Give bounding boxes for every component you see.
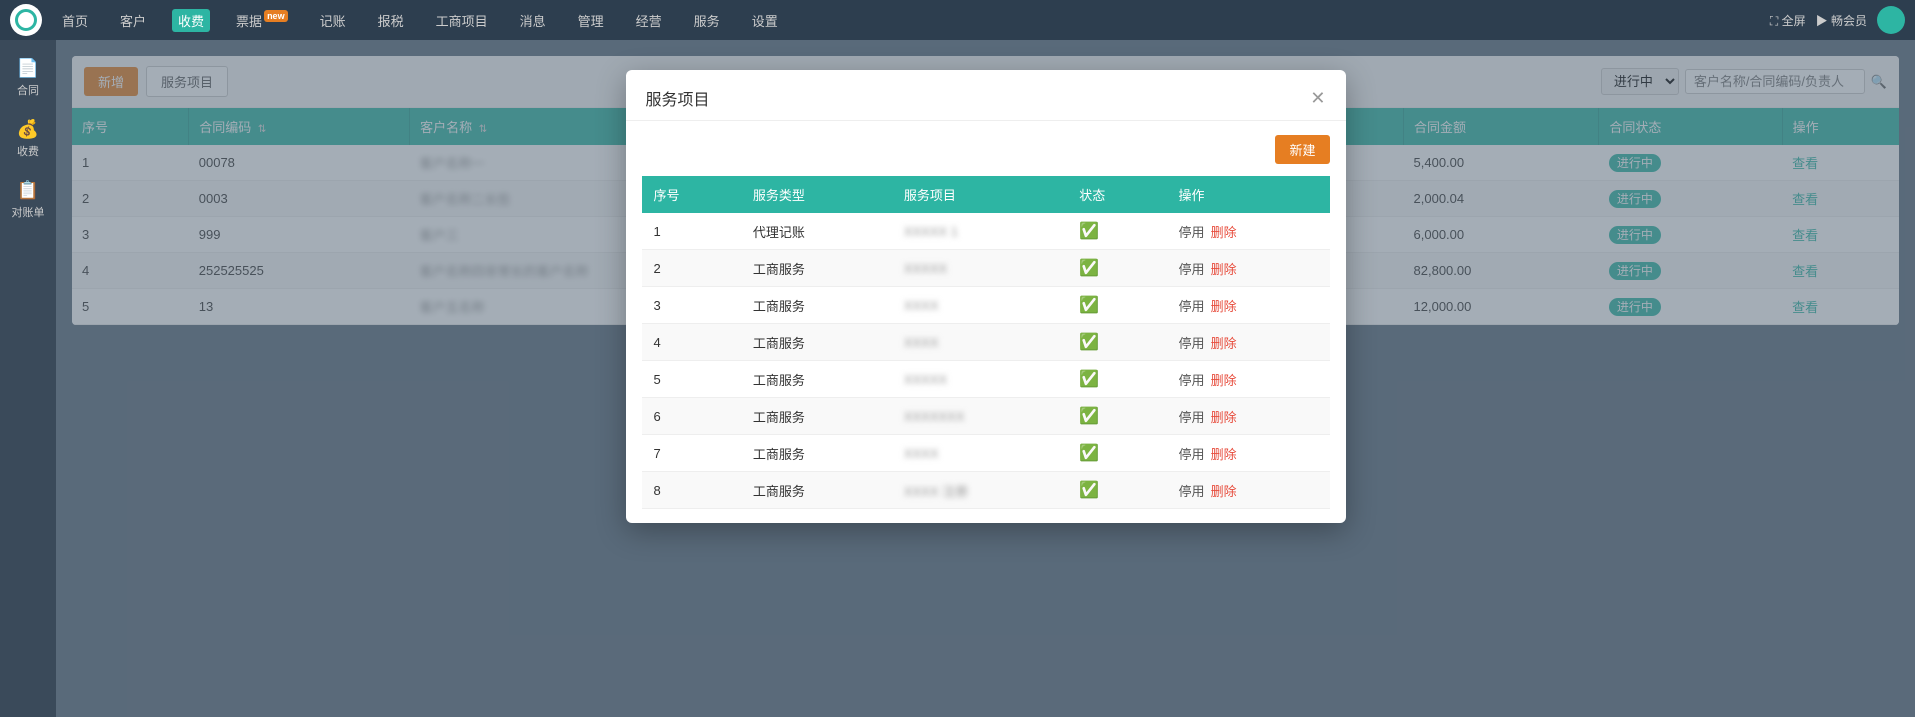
sidebar-label-contract: 合同 [17, 82, 39, 98]
modal-row: 7 工商服务 XXXX ✅ 停用删除 [642, 435, 1330, 472]
nav-business[interactable]: 工商项目 [430, 9, 494, 32]
modal-col-item: 服务项目 [892, 176, 1067, 213]
sidebar-item-contract[interactable]: 📄 合同 [2, 50, 54, 106]
modal-col-type: 服务类型 [741, 176, 892, 213]
stop-button-2[interactable]: 停用 [1179, 262, 1205, 277]
modal-row: 4 工商服务 XXXX ✅ 停用删除 [642, 324, 1330, 361]
nav-invoice[interactable]: 票据new [230, 9, 294, 32]
sidebar-label-fee: 收费 [17, 143, 39, 159]
logo-icon [15, 9, 37, 31]
status-check-icon: ✅ [1079, 334, 1099, 351]
nav-message[interactable]: 消息 [514, 9, 552, 32]
fee-icon: 💰 [17, 119, 39, 140]
modal-body: 新建 序号 服务类型 服务项目 状态 操作 [626, 121, 1346, 523]
status-check-icon: ✅ [1079, 260, 1099, 277]
modal-close-button[interactable]: ✕ [1310, 88, 1325, 109]
modal-row: 8 工商服务 XXXX 注册 ✅ 停用删除 [642, 472, 1330, 509]
modal-header: 服务项目 ✕ [626, 70, 1346, 121]
delete-button-5[interactable]: 删除 [1211, 373, 1237, 388]
sidebar-label-reconcile: 对账单 [12, 204, 45, 220]
sidebar: 📄 合同 💰 收费 📋 对账单 [0, 40, 56, 717]
status-check-icon: ✅ [1079, 297, 1099, 314]
top-nav: 首页 客户 收费 票据new 记账 报税 工商项目 消息 管理 经营 服务 设置… [0, 0, 1915, 40]
status-check-icon: ✅ [1079, 445, 1099, 462]
vip-button[interactable]: ▶ 畅会员 [1816, 12, 1867, 29]
delete-button-8[interactable]: 删除 [1211, 484, 1237, 499]
stop-button-6[interactable]: 停用 [1179, 410, 1205, 425]
nav-accounting[interactable]: 记账 [314, 9, 352, 32]
modal-title: 服务项目 [646, 86, 710, 110]
fullscreen-button[interactable]: ⛶ 全屏 [1770, 12, 1806, 29]
nav-operation[interactable]: 经营 [630, 9, 668, 32]
modal-col-status: 状态 [1067, 176, 1166, 213]
stop-button-8[interactable]: 停用 [1179, 484, 1205, 499]
nav-manage[interactable]: 管理 [572, 9, 610, 32]
delete-button-7[interactable]: 删除 [1211, 447, 1237, 462]
modal-row: 3 工商服务 XXXX ✅ 停用删除 [642, 287, 1330, 324]
nav-tax[interactable]: 报税 [372, 9, 410, 32]
contract-icon: 📄 [17, 58, 39, 79]
modal-col-action: 操作 [1167, 176, 1330, 213]
delete-button-2[interactable]: 删除 [1211, 262, 1237, 277]
modal-overlay[interactable]: 服务项目 ✕ 新建 序号 服务类型 服务项目 状态 [56, 40, 1915, 717]
nav-customer[interactable]: 客户 [114, 9, 152, 32]
status-check-icon: ✅ [1079, 371, 1099, 388]
delete-button-3[interactable]: 删除 [1211, 299, 1237, 314]
content-area: 新增 服务项目 进行中 全部 已终止 🔍 序号 合同编码 [56, 40, 1915, 717]
new-badge: new [264, 10, 288, 22]
modal-row: 6 工商服务 XXXXXXX ✅ 停用删除 [642, 398, 1330, 435]
delete-button-4[interactable]: 删除 [1211, 336, 1237, 351]
service-items-table: 序号 服务类型 服务项目 状态 操作 1 代理记账 XXXXX [642, 176, 1330, 509]
status-check-icon: ✅ [1079, 223, 1099, 240]
user-avatar[interactable] [1877, 6, 1905, 34]
modal-new-button[interactable]: 新建 [1275, 135, 1329, 164]
stop-button-5[interactable]: 停用 [1179, 373, 1205, 388]
sidebar-item-fee[interactable]: 💰 收费 [2, 111, 54, 167]
modal-row: 1 代理记账 XXXXX 1 ✅ 停用删除 [642, 213, 1330, 250]
service-item-modal: 服务项目 ✕ 新建 序号 服务类型 服务项目 状态 [626, 70, 1346, 523]
nav-settings[interactable]: 设置 [746, 9, 784, 32]
stop-button-3[interactable]: 停用 [1179, 299, 1205, 314]
stop-button-1[interactable]: 停用 [1179, 225, 1205, 240]
main-layout: 📄 合同 💰 收费 📋 对账单 新增 服务项目 进行中 全部 已终止 [0, 40, 1915, 717]
nav-items: 首页 客户 收费 票据new 记账 报税 工商项目 消息 管理 经营 服务 设置 [56, 9, 1770, 32]
delete-button-1[interactable]: 删除 [1211, 225, 1237, 240]
nav-service[interactable]: 服务 [688, 9, 726, 32]
sidebar-item-reconcile[interactable]: 📋 对账单 [2, 172, 54, 228]
nav-fee[interactable]: 收费 [172, 9, 210, 32]
modal-row: 2 工商服务 XXXXX ✅ 停用删除 [642, 250, 1330, 287]
reconcile-icon: 📋 [17, 180, 39, 201]
modal-col-seq: 序号 [642, 176, 741, 213]
stop-button-7[interactable]: 停用 [1179, 447, 1205, 462]
status-check-icon: ✅ [1079, 408, 1099, 425]
delete-button-6[interactable]: 删除 [1211, 410, 1237, 425]
nav-right: ⛶ 全屏 ▶ 畅会员 [1770, 6, 1905, 34]
logo [10, 4, 42, 36]
stop-button-4[interactable]: 停用 [1179, 336, 1205, 351]
nav-home[interactable]: 首页 [56, 9, 94, 32]
modal-toolbar: 新建 [642, 135, 1330, 164]
modal-row: 5 工商服务 XXXXX ✅ 停用删除 [642, 361, 1330, 398]
status-check-icon: ✅ [1079, 482, 1099, 499]
